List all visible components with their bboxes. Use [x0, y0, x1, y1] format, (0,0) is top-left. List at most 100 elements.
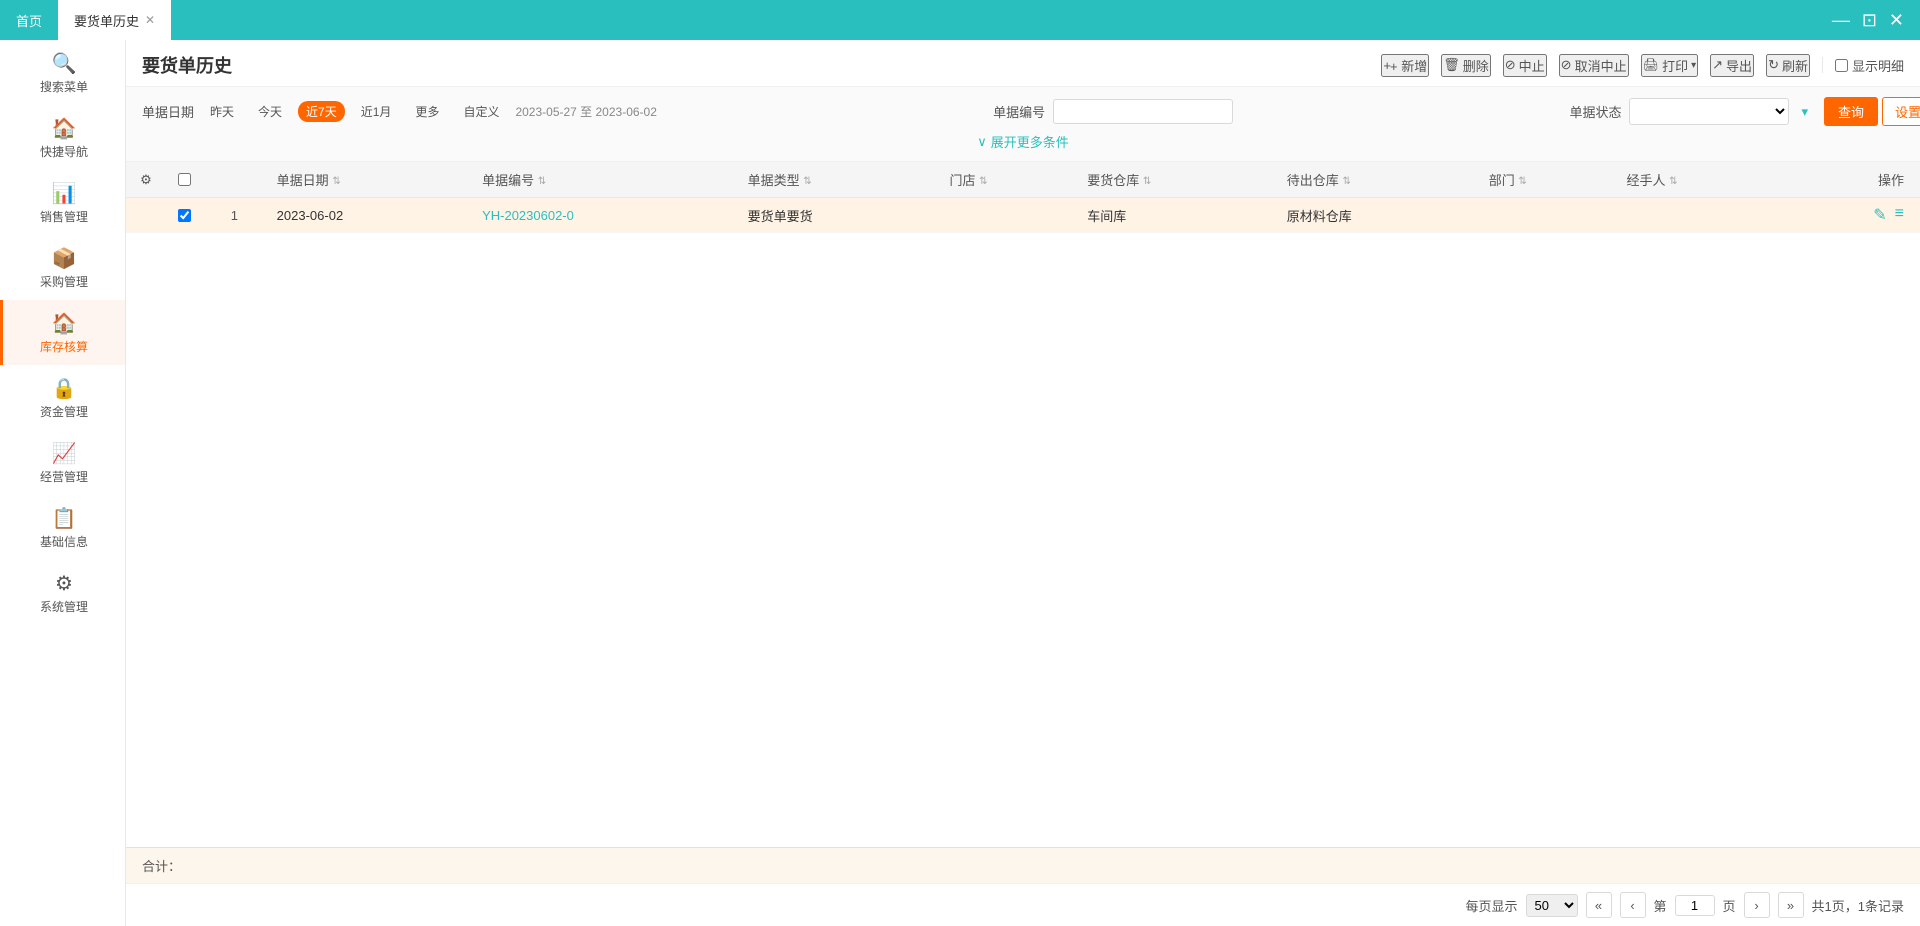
display-detail-checkbox[interactable] [1835, 59, 1848, 72]
sidebar-item-purchase-label: 采购管理 [40, 273, 88, 290]
page-title: 要货单历史 [142, 52, 232, 78]
col-date[interactable]: 单据日期 ⇅ [267, 162, 472, 198]
date-btn-7days[interactable]: 近7天 [298, 101, 345, 122]
expand-filter-button[interactable]: ∨ 展开更多条件 [977, 132, 1069, 151]
date-range-display: 2023-05-27 至 2023-06-02 [515, 103, 656, 120]
first-page-button[interactable]: « [1586, 892, 1612, 918]
tab-requisition-history[interactable]: 要货单历史 ✕ [58, 0, 171, 40]
print-button[interactable]: 🖨 打印 ▾ [1641, 54, 1699, 77]
row-check-cell [166, 198, 202, 233]
page-suffix: 页 [1723, 896, 1736, 915]
doc-number-label: 单据编号 [993, 102, 1045, 121]
date-label: 单据日期 [142, 102, 194, 121]
expand-label: 展开更多条件 [991, 132, 1069, 151]
row-more-icon[interactable]: ≡ [1895, 205, 1904, 225]
sidebar-item-operations-label: 经营管理 [40, 468, 88, 485]
display-detail-toggle[interactable]: 显示明细 [1835, 56, 1904, 75]
delete-label: 删除 [1463, 56, 1489, 75]
new-button[interactable]: + + 新增 [1381, 54, 1429, 77]
sidebar-item-purchase[interactable]: 📦 采购管理 [0, 235, 125, 300]
date-btn-more[interactable]: 更多 [407, 101, 447, 122]
row-store [939, 198, 1077, 233]
sidebar-item-search[interactable]: 🔍 搜索菜单 [0, 40, 125, 105]
prev-page-button[interactable]: ‹ [1620, 892, 1646, 918]
doc-number-input[interactable] [1053, 99, 1233, 124]
doc-status-select[interactable] [1629, 98, 1789, 125]
sidebar-item-system[interactable]: ⚙ 系统管理 [0, 560, 125, 625]
row-type: 要货单要货 [738, 198, 940, 233]
basic-info-icon: 📋 [52, 509, 77, 529]
delete-button[interactable]: 🗑 删除 [1441, 54, 1491, 77]
sort-pending-warehouse-icon: ⇅ [1342, 176, 1350, 187]
row-checkbox[interactable] [178, 209, 191, 222]
home-icon: 🏠 [52, 119, 77, 139]
query-button[interactable]: 查询 [1824, 97, 1878, 126]
sidebar: 🔍 搜索菜单 🏠 快捷导航 📊 销售管理 📦 采购管理 🏠 库存核算 🔒 资金管… [0, 40, 126, 926]
settings-button[interactable]: 设置 [1882, 97, 1920, 126]
select-all-checkbox[interactable] [178, 173, 191, 186]
next-page-button[interactable]: › [1744, 892, 1770, 918]
cancel-stop-button[interactable]: ⊘ 取消中止 [1559, 54, 1629, 77]
row-date: 2023-06-02 [267, 198, 472, 233]
sidebar-item-operations[interactable]: 📈 经营管理 [0, 430, 125, 495]
data-table-wrap: ⚙ 单据日期 ⇅ 单据编号 ⇅ 单据类型 ⇅ 门店 ⇅ 要货仓库 ⇅ 待出仓库 … [126, 162, 1920, 847]
table-header-row: ⚙ 单据日期 ⇅ 单据编号 ⇅ 单据类型 ⇅ 门店 ⇅ 要货仓库 ⇅ 待出仓库 … [126, 162, 1920, 198]
summary-label: 合计： [142, 856, 181, 875]
close-icon[interactable]: ✕ [1889, 10, 1904, 31]
display-detail-label: 显示明细 [1852, 56, 1904, 75]
sidebar-item-finance[interactable]: 🔒 资金管理 [0, 365, 125, 430]
date-btn-1month[interactable]: 近1月 [353, 101, 400, 122]
col-settings[interactable]: ⚙ [126, 162, 166, 198]
sidebar-item-sales[interactable]: 📊 销售管理 [0, 170, 125, 235]
col-store[interactable]: 门店 ⇅ [939, 162, 1077, 198]
col-req-warehouse[interactable]: 要货仓库 ⇅ [1077, 162, 1277, 198]
sidebar-item-inventory[interactable]: 🏠 库存核算 [0, 300, 125, 365]
export-button[interactable]: ↗ 导出 [1710, 54, 1754, 77]
row-seq: 1 [202, 198, 267, 233]
inventory-icon: 🏠 [52, 314, 77, 334]
page-prefix: 第 [1654, 896, 1667, 915]
sort-department-icon: ⇅ [1518, 176, 1526, 187]
col-number[interactable]: 单据编号 ⇅ [472, 162, 737, 198]
minimize-icon[interactable]: — [1832, 10, 1850, 31]
row-department [1479, 198, 1617, 233]
date-btn-today[interactable]: 今天 [250, 101, 290, 122]
sidebar-item-system-label: 系统管理 [40, 598, 88, 615]
print-dropdown-icon: ▾ [1691, 60, 1696, 71]
sort-number-icon: ⇅ [538, 176, 546, 187]
row-pending-warehouse: 原材料仓库 [1277, 198, 1479, 233]
stop-button[interactable]: ⊘ 中止 [1503, 54, 1547, 77]
tab-close-icon[interactable]: ✕ [145, 13, 155, 27]
col-pending-warehouse[interactable]: 待出仓库 ⇅ [1277, 162, 1479, 198]
new-label: + 新增 [1390, 56, 1427, 75]
sidebar-item-basic-info[interactable]: 📋 基础信息 [0, 495, 125, 560]
refresh-button[interactable]: ↻ 刷新 [1766, 54, 1810, 77]
sales-icon: 📊 [52, 184, 77, 204]
filter-row-1: 单据日期 昨天 今天 近7天 近1月 更多 自定义 2023-05-27 至 2… [142, 97, 1904, 126]
sidebar-item-quick-nav[interactable]: 🏠 快捷导航 [0, 105, 125, 170]
table-footer: 合计： [126, 847, 1920, 883]
date-btn-yesterday[interactable]: 昨天 [202, 101, 242, 122]
tab-home-label: 首页 [16, 11, 42, 30]
row-action-cell: ✎ ≡ [1785, 198, 1920, 233]
per-page-select[interactable]: 50 10 20 100 [1526, 894, 1578, 917]
sort-store-icon: ⇅ [979, 176, 987, 187]
table-row[interactable]: 1 2023-06-02 YH-20230602-0 要货单要货 车间库 原材料… [126, 198, 1920, 233]
top-bar: 首页 要货单历史 ✕ — ⊡ ✕ [0, 0, 1920, 40]
chevron-down-icon: ∨ [977, 134, 987, 150]
page-number-input[interactable] [1675, 895, 1715, 916]
sidebar-item-quick-nav-label: 快捷导航 [40, 143, 88, 160]
cancel-stop-label: 取消中止 [1575, 56, 1627, 75]
sidebar-item-basic-info-label: 基础信息 [40, 533, 88, 550]
date-btn-custom[interactable]: 自定义 [455, 101, 507, 122]
search-icon: 🔍 [52, 54, 77, 74]
col-type[interactable]: 单据类型 ⇅ [738, 162, 940, 198]
col-department[interactable]: 部门 ⇅ [1479, 162, 1617, 198]
last-page-button[interactable]: » [1778, 892, 1804, 918]
tab-home[interactable]: 首页 [0, 0, 58, 40]
row-number-link[interactable]: YH-20230602-0 [482, 208, 574, 223]
row-edit-icon[interactable]: ✎ [1873, 205, 1886, 225]
maximize-icon[interactable]: ⊡ [1862, 10, 1877, 31]
sort-type-icon: ⇅ [803, 176, 811, 187]
col-handler[interactable]: 经手人 ⇅ [1616, 162, 1785, 198]
